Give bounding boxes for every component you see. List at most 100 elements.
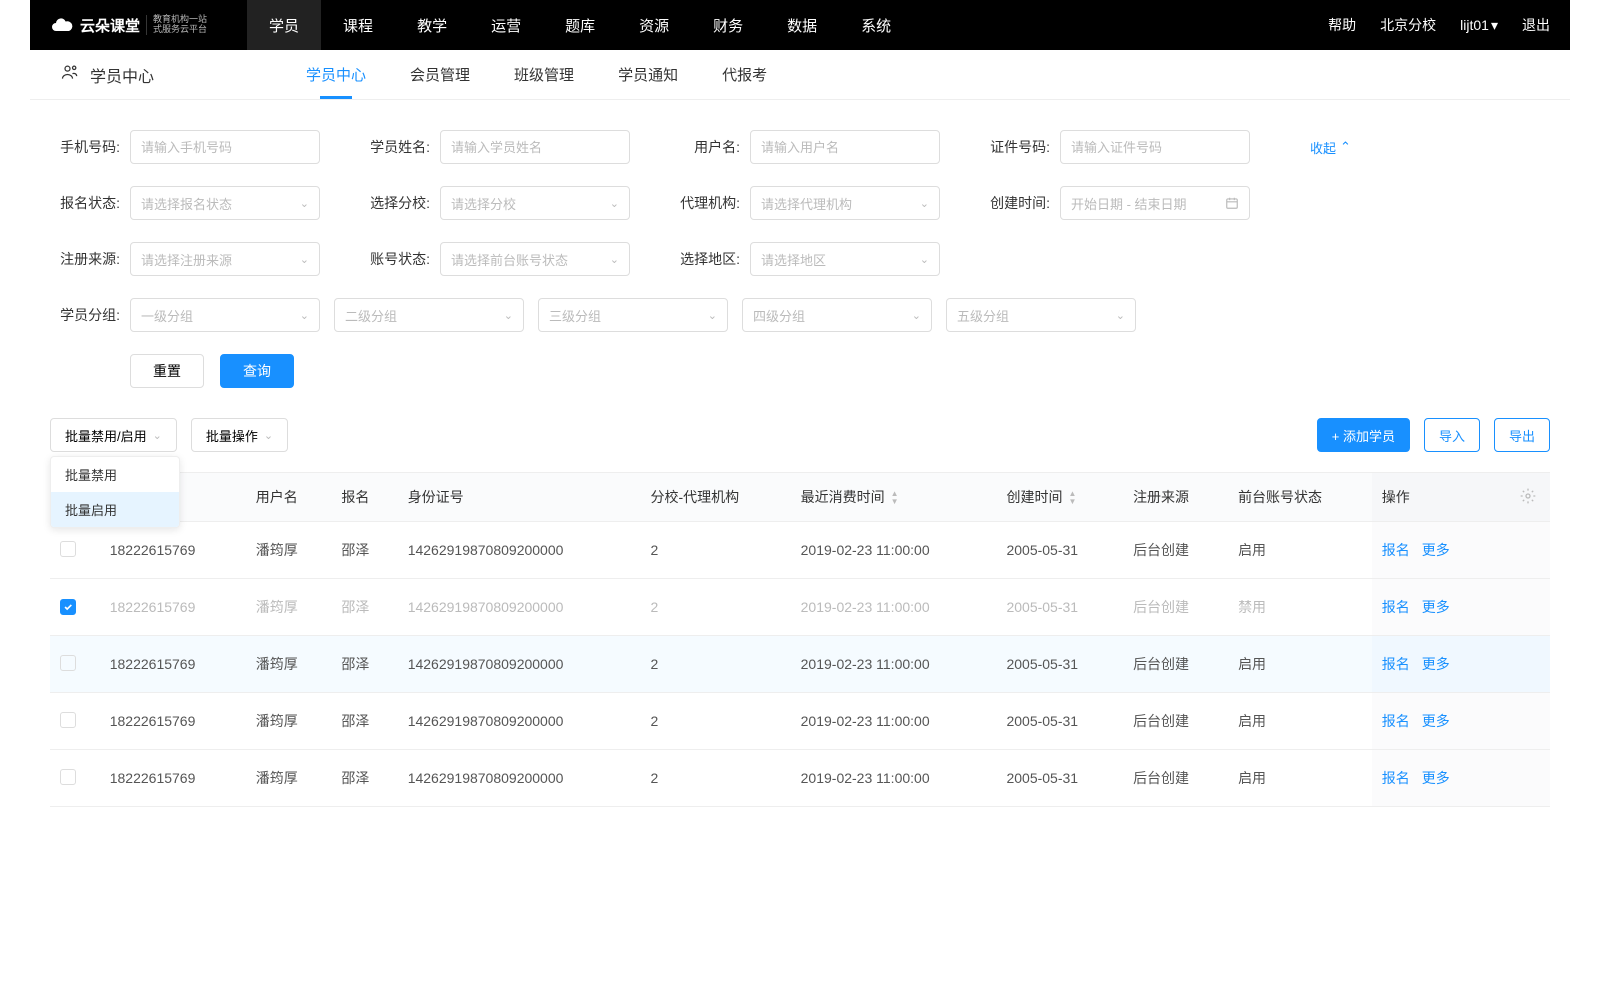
row-checkbox[interactable] — [60, 655, 76, 671]
signup-link[interactable]: 报名 — [1382, 713, 1410, 729]
top-nav-item[interactable]: 学员 — [247, 0, 321, 50]
filter-input[interactable] — [750, 130, 940, 164]
phone-cell: 18222615769 — [100, 636, 246, 693]
logo[interactable]: 云朵课堂 教育机构一站 式服务云平台 — [50, 13, 207, 37]
signup-link[interactable]: 报名 — [1382, 599, 1410, 615]
more-link[interactable]: 更多 — [1422, 656, 1450, 672]
last-consume-cell: 2019-02-23 11:00:00 — [791, 693, 997, 750]
collapse-link[interactable]: 收起⌃ — [1310, 138, 1351, 157]
sort-icon[interactable]: ▲▼ — [1068, 490, 1076, 506]
top-nav-item[interactable]: 系统 — [839, 0, 913, 50]
signup-cell: 邵泽 — [331, 579, 397, 636]
sub-nav-item[interactable]: 会员管理 — [388, 50, 492, 99]
phone-cell: 18222615769 — [100, 579, 246, 636]
sub-nav-item[interactable]: 学员通知 — [596, 50, 700, 99]
sort-icon[interactable]: ▲▼ — [891, 490, 899, 506]
toolbar-left: 批量禁用/启用 ⌄ 批量操作 ⌄ 批量禁用批量启用 — [50, 418, 288, 452]
filter-select[interactable]: 请选择分校⌄ — [440, 186, 630, 220]
top-nav-item[interactable]: 题库 — [543, 0, 617, 50]
logout-link[interactable]: 退出 — [1522, 15, 1550, 35]
reg-source-cell: 后台创建 — [1123, 579, 1228, 636]
batch-dropdown: 批量禁用批量启用 — [50, 456, 180, 528]
username-cell: 潘筠厚 — [246, 693, 332, 750]
group-select[interactable]: 二级分组⌄ — [334, 298, 524, 332]
filter-select[interactable]: 请选择报名状态⌄ — [130, 186, 320, 220]
top-nav-item[interactable]: 财务 — [691, 0, 765, 50]
top-nav-item[interactable]: 运营 — [469, 0, 543, 50]
filter-input[interactable] — [130, 130, 320, 164]
row-checkbox[interactable] — [60, 541, 76, 557]
filter-input[interactable] — [440, 130, 630, 164]
top-nav-item[interactable]: 课程 — [321, 0, 395, 50]
sub-nav-item[interactable]: 代报考 — [700, 50, 789, 99]
chevron-down-icon: ⌄ — [1116, 309, 1125, 322]
chevron-down-icon: ⌄ — [504, 309, 513, 322]
batch-ops-button[interactable]: 批量操作 ⌄ — [191, 418, 288, 452]
username-cell: 潘筠厚 — [246, 579, 332, 636]
filter-label: 选择地区: — [670, 249, 740, 269]
dropdown-item[interactable]: 批量禁用 — [51, 457, 179, 492]
table-row: 18222615769潘筠厚邵泽142629198708092000002201… — [50, 636, 1550, 693]
filter-date-range[interactable]: 开始日期 - 结束日期 — [1060, 186, 1250, 220]
gear-cell — [1510, 693, 1550, 750]
more-link[interactable]: 更多 — [1422, 599, 1450, 615]
user-menu[interactable]: lijt01▾ — [1460, 17, 1498, 34]
acc-status-header[interactable]: 前台账号状态 — [1228, 473, 1372, 522]
filter-field: 账号状态:请选择前台账号状态⌄ — [360, 242, 630, 276]
top-nav-item[interactable]: 数据 — [765, 0, 839, 50]
export-button[interactable]: 导出 — [1494, 418, 1550, 452]
branch-cell: 2 — [641, 636, 791, 693]
table-row: 18222615769潘筠厚邵泽142629198708092000002201… — [50, 693, 1550, 750]
query-button[interactable]: 查询 — [220, 354, 294, 388]
filter-select[interactable]: 请选择注册来源⌄ — [130, 242, 320, 276]
gear-cell — [1510, 750, 1550, 807]
batch-toggle-button[interactable]: 批量禁用/启用 ⌄ — [50, 418, 177, 452]
signup-link[interactable]: 报名 — [1382, 656, 1410, 672]
last-consume-header[interactable]: 最近消费时间▲▼ — [791, 473, 997, 522]
more-link[interactable]: 更多 — [1422, 542, 1450, 558]
filter-field: 学员姓名: — [360, 130, 630, 164]
filter-field: 证件号码: — [980, 130, 1250, 164]
signup-link[interactable]: 报名 — [1382, 770, 1410, 786]
more-link[interactable]: 更多 — [1422, 713, 1450, 729]
filter-field: 选择分校:请选择分校⌄ — [360, 186, 630, 220]
signup-header[interactable]: 报名 — [331, 473, 397, 522]
reg-source-header[interactable]: 注册来源 — [1123, 473, 1228, 522]
filter-field: 代理机构:请选择代理机构⌄ — [670, 186, 940, 220]
group-select[interactable]: 一级分组⌄ — [130, 298, 320, 332]
group-select[interactable]: 五级分组⌄ — [946, 298, 1136, 332]
reset-button[interactable]: 重置 — [130, 354, 204, 388]
add-student-button[interactable]: + 添加学员 — [1317, 418, 1410, 452]
group-select[interactable]: 三级分组⌄ — [538, 298, 728, 332]
filter-row: 手机号码:学员姓名:用户名:证件号码:收起⌃ — [50, 130, 1550, 164]
create-time-header[interactable]: 创建时间▲▼ — [996, 473, 1123, 522]
branch-link[interactable]: 北京分校 — [1380, 15, 1436, 35]
branch-header[interactable]: 分校-代理机构 — [641, 473, 791, 522]
import-button[interactable]: 导入 — [1424, 418, 1480, 452]
filter-input[interactable] — [1060, 130, 1250, 164]
group-select[interactable]: 四级分组⌄ — [742, 298, 932, 332]
row-checkbox[interactable] — [60, 599, 76, 615]
top-nav-item[interactable]: 资源 — [617, 0, 691, 50]
dropdown-item[interactable]: 批量启用 — [51, 492, 179, 527]
sub-nav-item[interactable]: 班级管理 — [492, 50, 596, 99]
top-nav: 云朵课堂 教育机构一站 式服务云平台 学员课程教学运营题库资源财务数据系统 帮助… — [30, 0, 1570, 50]
filter-label: 学员姓名: — [360, 137, 430, 157]
row-checkbox[interactable] — [60, 712, 76, 728]
gear-header[interactable] — [1510, 473, 1550, 522]
sub-nav-item[interactable]: 学员中心 — [284, 50, 388, 99]
toolbar-right: + 添加学员 导入 导出 — [1317, 418, 1550, 452]
more-link[interactable]: 更多 — [1422, 770, 1450, 786]
idno-header[interactable]: 身份证号 — [398, 473, 641, 522]
help-link[interactable]: 帮助 — [1328, 15, 1356, 35]
filter-label: 用户名: — [670, 137, 740, 157]
chevron-down-icon: ⌄ — [300, 253, 309, 266]
top-nav-item[interactable]: 教学 — [395, 0, 469, 50]
filter-select[interactable]: 请选择前台账号状态⌄ — [440, 242, 630, 276]
row-checkbox[interactable] — [60, 769, 76, 785]
filter-select[interactable]: 请选择地区⌄ — [750, 242, 940, 276]
signup-link[interactable]: 报名 — [1382, 542, 1410, 558]
gear-cell — [1510, 579, 1550, 636]
username-header[interactable]: 用户名 — [246, 473, 332, 522]
filter-select[interactable]: 请选择代理机构⌄ — [750, 186, 940, 220]
